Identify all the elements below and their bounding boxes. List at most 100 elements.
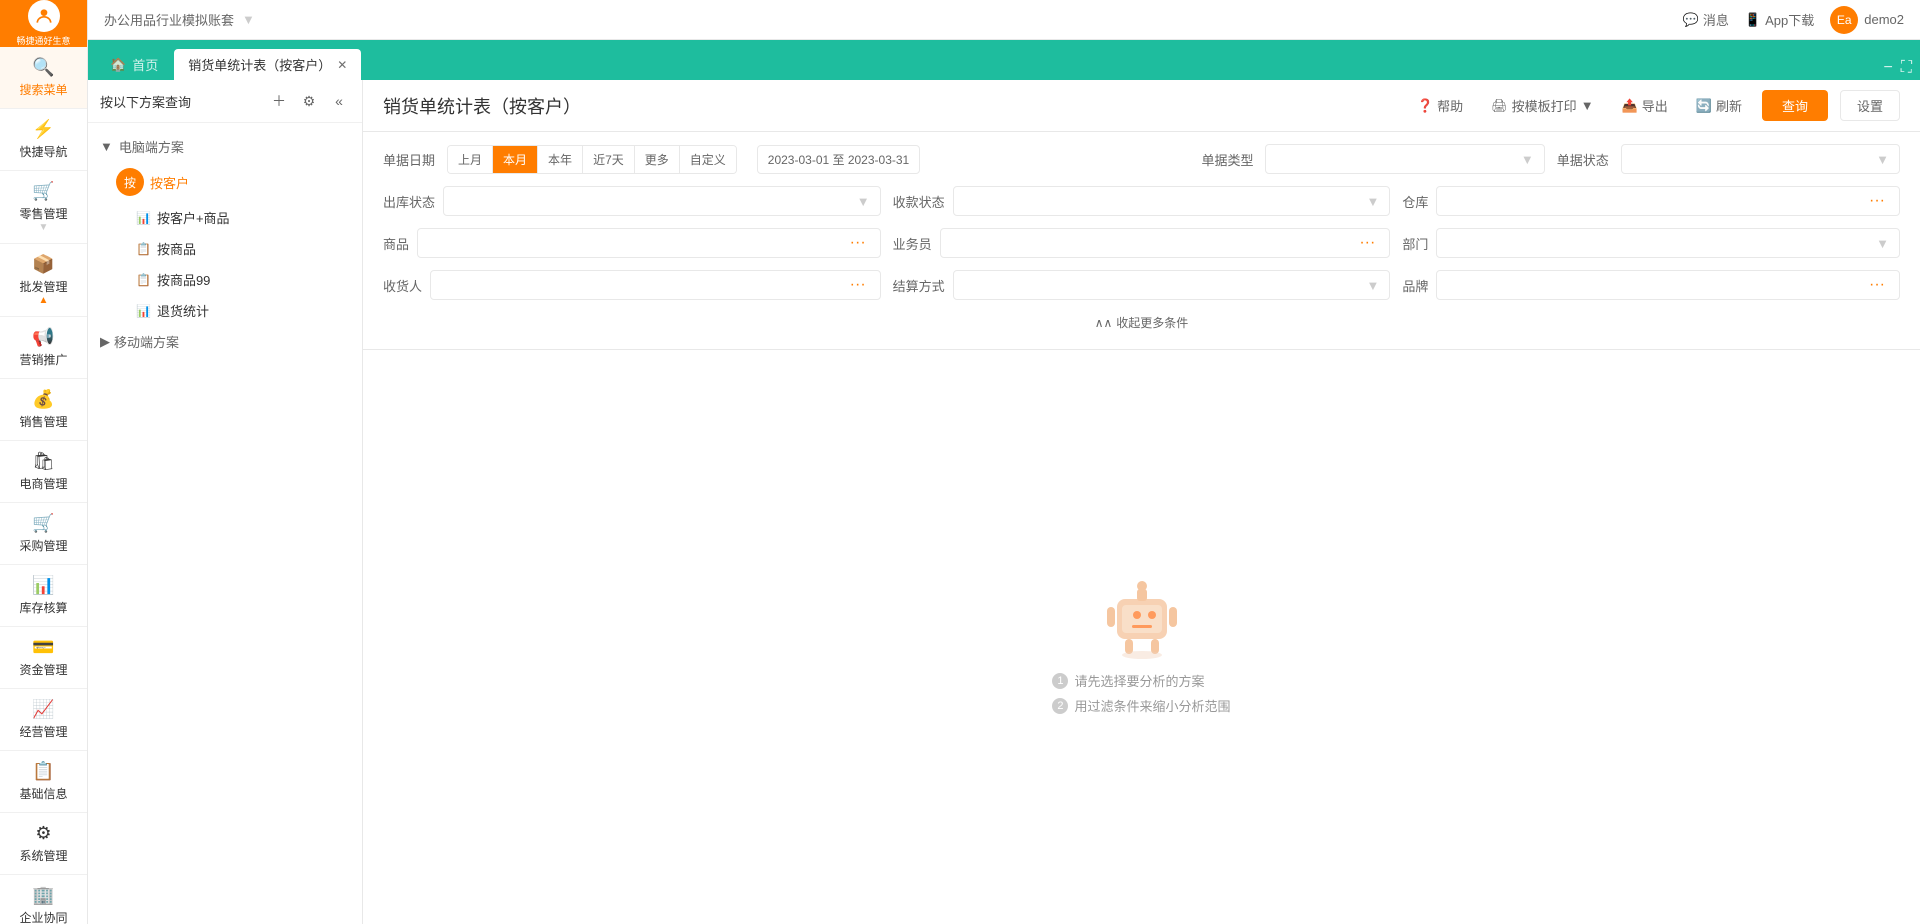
purchase-icon: 🛒	[32, 513, 54, 534]
collapse-btn[interactable]: ∧∧ 收起更多条件	[1089, 308, 1195, 337]
sidebar-item-purchase[interactable]: 🛒 采购管理	[0, 503, 88, 565]
sub-scheme-0[interactable]: 📊 按客户+商品	[88, 202, 362, 233]
desktop-collapse-icon: ▼	[100, 139, 113, 154]
sidebar-item-quicknav[interactable]: ⚡ 快捷导航	[0, 109, 88, 171]
mobile-section-label[interactable]: ▶ 移动端方案	[100, 332, 350, 351]
order-status-select[interactable]: ▼	[1621, 144, 1900, 174]
settlement-select[interactable]: ▼	[953, 270, 1391, 300]
sidebar-item-label: 电商管理	[19, 475, 67, 492]
tab-sales-stats[interactable]: 销货单统计表（按客户） ✕	[174, 49, 361, 80]
brand-input[interactable]: ···	[1436, 270, 1900, 300]
refresh-icon: 🔄	[1696, 98, 1712, 114]
product-label: 商品	[383, 234, 409, 253]
field-salesperson: 业务员 ···	[893, 228, 1391, 258]
warehouse-status-select[interactable]: ▼	[443, 186, 881, 216]
sidebar-item-finance[interactable]: 💳 资金管理	[0, 627, 88, 689]
help-label: 帮助	[1437, 96, 1463, 115]
brand-ellipsis[interactable]: ···	[1865, 276, 1889, 294]
help-icon: ❓	[1417, 98, 1433, 114]
message-label: 消息	[1703, 10, 1729, 29]
filter-row-2: 出库状态 ▼ 收款状态 ▼ 仓库	[383, 186, 1900, 216]
left-panel-header: 按以下方案查询 ＋ ⚙ «	[88, 80, 362, 123]
order-type-label: 单据类型	[1201, 150, 1253, 169]
sidebar-item-enterprise[interactable]: 🏢 企业协同	[0, 875, 88, 924]
sub-scheme-2[interactable]: 📋 按商品99	[88, 264, 362, 295]
payment-status-select[interactable]: ▼	[953, 186, 1391, 216]
date-btn-lastmonth[interactable]: 上月	[448, 146, 493, 173]
desktop-section-header[interactable]: ▼ 电脑端方案	[88, 131, 362, 162]
sidebar-item-marketing[interactable]: 📢 营销推广	[0, 317, 88, 379]
warehouse-status-label: 出库状态	[383, 192, 435, 211]
avatar: Ea	[1830, 6, 1858, 34]
query-btn[interactable]: 查询	[1762, 90, 1828, 121]
empty-tip-2: 2 用过滤条件来缩小分析范围	[1052, 696, 1230, 715]
template-print-btn[interactable]: 🖨 按模板打印 ▼	[1483, 92, 1601, 119]
tab-maximize-btn[interactable]: ⛶	[1901, 60, 1912, 76]
collapse-icon: «	[335, 93, 343, 109]
warehouse-ellipsis[interactable]: ···	[1865, 192, 1889, 210]
date-btn-thismonth[interactable]: 本月	[493, 146, 538, 173]
sidebar-item-sales[interactable]: 💰 销售管理	[0, 379, 88, 441]
sidebar-item-retail[interactable]: 🛒 零售管理 ▼	[0, 171, 88, 244]
sidebar-item-operations[interactable]: 📈 经营管理	[0, 689, 88, 751]
right-panel: 销货单统计表（按客户） ❓ 帮助 🖨 按模板打印 ▼ 📤 导出	[363, 80, 1920, 924]
sidebar-item-search[interactable]: 🔍 搜索菜单	[0, 47, 88, 109]
export-btn[interactable]: 📤 导出	[1614, 92, 1676, 119]
left-panel: 按以下方案查询 ＋ ⚙ « ▼ 电脑端方案 按	[88, 80, 363, 924]
field-warehouse-status: 出库状态 ▼	[383, 186, 881, 216]
message-btn[interactable]: 💬 消息	[1683, 10, 1729, 29]
sub-scheme-1[interactable]: 📋 按商品	[88, 233, 362, 264]
date-range-text[interactable]: 2023-03-01 至 2023-03-31	[757, 145, 920, 174]
help-btn[interactable]: ❓ 帮助	[1409, 92, 1471, 119]
app-download-btn[interactable]: 📱 App下载	[1745, 10, 1814, 29]
date-btn-7days[interactable]: 近7天	[583, 146, 635, 173]
add-scheme-btn[interactable]: ＋	[268, 90, 290, 112]
breadcrumb-text: 办公用品行业模拟账套	[104, 10, 234, 29]
date-btn-custom[interactable]: 自定义	[680, 146, 736, 173]
sidebar-item-system[interactable]: ⚙ 系统管理	[0, 813, 88, 875]
retail-icon: 🛒	[32, 181, 54, 202]
warehouse-input[interactable]: ···	[1436, 186, 1900, 216]
sidebar-item-label: 企业协同	[19, 909, 67, 924]
date-btn-more[interactable]: 更多	[635, 146, 680, 173]
mobile-expand-icon: ▶	[100, 334, 110, 350]
receiver-input[interactable]: ···	[430, 270, 881, 300]
department-select[interactable]: ▼	[1436, 228, 1900, 258]
tab-minimize-btn[interactable]: −	[1883, 60, 1892, 76]
field-payment-status: 收款状态 ▼	[893, 186, 1391, 216]
user-profile-btn[interactable]: Ea demo2	[1830, 6, 1904, 34]
sub-icon-0: 📊	[136, 211, 151, 225]
sidebar-item-inventory[interactable]: 📊 库存核算	[0, 565, 88, 627]
sidebar-item-basic[interactable]: 📋 基础信息	[0, 751, 88, 813]
receiver-label: 收货人	[383, 276, 422, 295]
date-btn-thisyear[interactable]: 本年	[538, 146, 583, 173]
product-input[interactable]: ···	[417, 228, 881, 258]
settings-btn[interactable]: 设置	[1840, 90, 1900, 121]
sub-label-2: 按商品99	[157, 270, 210, 289]
sub-label-0: 按客户+商品	[157, 208, 230, 227]
sidebar-item-ecommerce[interactable]: 🛍 电商管理	[0, 441, 88, 503]
tab-home[interactable]: 🏠 首页	[96, 49, 172, 80]
sales-tab-label: 销货单统计表（按客户）	[188, 55, 331, 74]
active-scheme-item[interactable]: 按 按客户	[88, 162, 362, 202]
salesperson-ellipsis[interactable]: ···	[1355, 234, 1379, 252]
collapse-panel-btn[interactable]: «	[328, 90, 350, 112]
tab-close-btn[interactable]: ✕	[337, 59, 347, 71]
settings-scheme-btn[interactable]: ⚙	[298, 90, 320, 112]
salesperson-input[interactable]: ···	[940, 228, 1391, 258]
template-print-label: 按模板打印	[1512, 96, 1577, 115]
receiver-ellipsis[interactable]: ···	[846, 276, 870, 294]
collapse-container: ∧∧ 收起更多条件	[383, 308, 1900, 337]
product-ellipsis[interactable]: ···	[846, 234, 870, 252]
wholesale-icon: 📦	[32, 254, 54, 275]
sales-icon: 💰	[32, 389, 54, 410]
order-type-select[interactable]: ▼	[1265, 144, 1544, 174]
sidebar-item-wholesale[interactable]: 📦 批发管理 ▲	[0, 244, 88, 317]
sub-label-1: 按商品	[157, 239, 196, 258]
filter-area: 单据日期 上月 本月 本年 近7天 更多 自定义 2023-03-01 至 20…	[363, 132, 1920, 350]
breadcrumb: 办公用品行业模拟账套 ▼	[104, 10, 255, 29]
sub-scheme-3[interactable]: 📊 退货统计	[88, 295, 362, 326]
refresh-btn[interactable]: 🔄 刷新	[1688, 92, 1750, 119]
field-department: 部门 ▼	[1402, 228, 1900, 258]
sidebar-item-label: 销售管理	[19, 413, 67, 430]
